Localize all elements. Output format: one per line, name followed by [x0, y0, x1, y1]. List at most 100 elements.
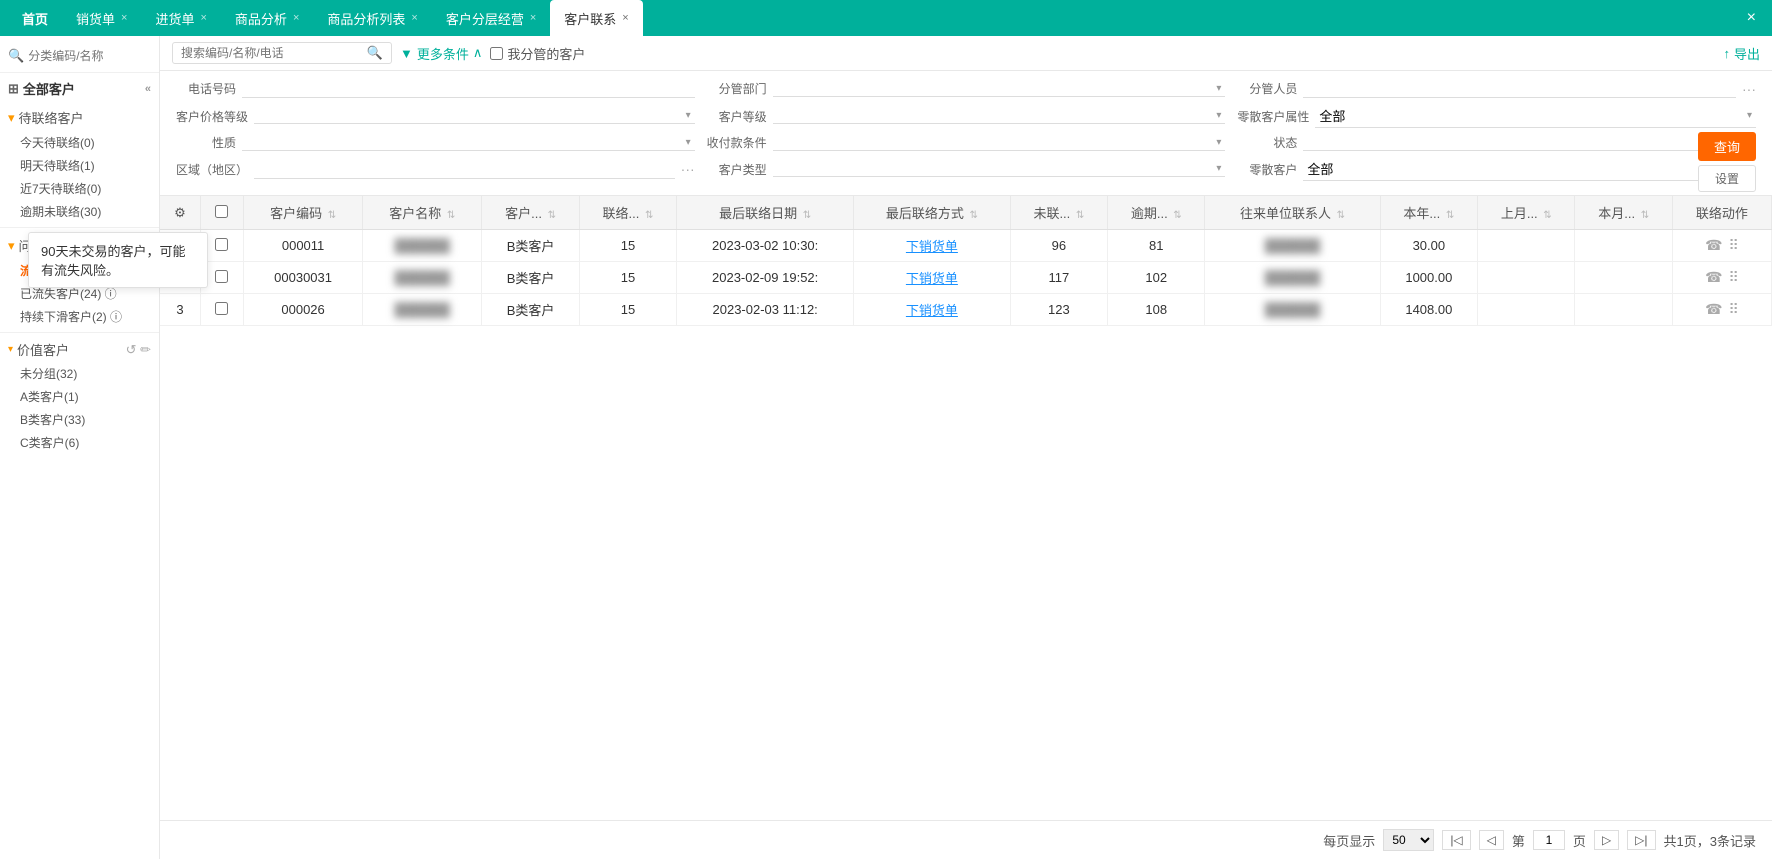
cell-last-date: 2023-02-09 19:52:: [677, 262, 854, 294]
cell-last-method[interactable]: 下销货单: [854, 262, 1011, 294]
chevron-dept: ▾: [1216, 83, 1221, 94]
dots-region[interactable]: ···: [681, 161, 695, 177]
col-last-date[interactable]: 最后联络日期 ⇅: [677, 196, 854, 230]
cell-action[interactable]: ☎ ⠿: [1672, 262, 1771, 294]
row-checkbox-1[interactable]: [215, 270, 228, 283]
my-customers-checkbox[interactable]: [490, 47, 503, 60]
sidebar-item-class-b[interactable]: B类客户(33): [0, 408, 159, 431]
col-overdue[interactable]: 逾期... ⇅: [1108, 196, 1205, 230]
select-price-level[interactable]: ▾: [254, 108, 695, 124]
col-this-year[interactable]: 本年... ⇅: [1380, 196, 1477, 230]
filter-search-input[interactable]: [181, 46, 367, 60]
tab-analysis[interactable]: 商品分析 ×: [221, 0, 313, 36]
input-region[interactable]: [254, 160, 675, 179]
action-contact-icon[interactable]: ☎: [1705, 237, 1722, 254]
cell-last-method[interactable]: 下销货单: [854, 294, 1011, 326]
adv-filter-row-4: 区域（地区） ··· 客户类型 ▾ 零散客户 全部 ▾: [176, 157, 1756, 181]
tab-sales[interactable]: 销货单 ×: [62, 0, 141, 36]
col-name[interactable]: 客户名称 ⇅: [363, 196, 482, 230]
tab-purchase-close[interactable]: ×: [200, 12, 206, 24]
row-checkbox-0[interactable]: [215, 238, 228, 251]
tab-analysis-list-close[interactable]: ×: [411, 12, 417, 24]
label-dept: 分管部门: [707, 80, 767, 97]
row-checkbox-2[interactable]: [215, 302, 228, 315]
tab-analysis-close[interactable]: ×: [293, 12, 299, 24]
col-code[interactable]: 客户编码 ⇅: [243, 196, 362, 230]
col-type[interactable]: 客户... ⇅: [482, 196, 579, 230]
cell-contact: 15: [579, 294, 676, 326]
sidebar-all-customers[interactable]: ⊞ 全部客户 «: [0, 73, 159, 104]
page-last-btn[interactable]: ▷|: [1627, 830, 1655, 850]
select-payment[interactable]: ▾: [773, 135, 1226, 151]
sidebar-item-class-c[interactable]: C类客户(6): [0, 431, 159, 454]
sidebar-item-class-a[interactable]: A类客户(1): [0, 385, 159, 408]
col-no-contact[interactable]: 未联... ⇅: [1010, 196, 1107, 230]
sidebar-search-input[interactable]: [28, 49, 151, 63]
col-action: 联络动作: [1672, 196, 1771, 230]
tab-analysis-list[interactable]: 商品分析列表 ×: [313, 0, 431, 36]
select-status[interactable]: ▾: [1303, 135, 1756, 151]
sidebar-item-today[interactable]: 今天待联络(0): [0, 131, 159, 154]
filter-search-icon[interactable]: 🔍: [367, 45, 383, 61]
col-last-method[interactable]: 最后联络方式 ⇅: [854, 196, 1011, 230]
sidebar-item-7days[interactable]: 近7天待联络(0): [0, 177, 159, 200]
tab-customer-mgmt[interactable]: 客户分层经营 ×: [432, 0, 550, 36]
select-retail-attr[interactable]: 全部 ▾: [1315, 104, 1756, 128]
tab-sales-close[interactable]: ×: [121, 12, 127, 24]
action-more-icon[interactable]: ⠿: [1729, 301, 1739, 318]
col-contact[interactable]: 联络... ⇅: [579, 196, 676, 230]
sidebar-item-declining[interactable]: 持续下滑客户(2) ⓘ: [0, 305, 159, 328]
col-this-month[interactable]: 本月... ⇅: [1575, 196, 1672, 230]
per-page-select[interactable]: 501020100: [1383, 829, 1434, 851]
field-payment: 收付款条件 ▾: [707, 134, 1226, 151]
sidebar-item-tomorrow[interactable]: 明天待联络(1): [0, 154, 159, 177]
tab-customer-mgmt-close[interactable]: ×: [530, 12, 536, 24]
sidebar-item-ungroup[interactable]: 未分组(32): [0, 362, 159, 385]
cell-last-method[interactable]: 下销货单: [854, 230, 1011, 262]
field-customer-level: 客户等级 ▾: [707, 108, 1226, 125]
my-customers-filter[interactable]: 我分管的客户: [490, 44, 585, 63]
sidebar-item-overdue[interactable]: 逾期未联络(30): [0, 200, 159, 223]
action-more-icon[interactable]: ⠿: [1729, 269, 1739, 286]
sidebar-section-pending[interactable]: ▾ 待联络客户: [0, 104, 159, 131]
page-first-btn[interactable]: |◁: [1442, 830, 1470, 850]
cell-code: 00030031: [243, 262, 362, 294]
field-customer-type: 客户类型 ▾: [707, 161, 1226, 178]
tab-customer-contact-close[interactable]: ×: [622, 12, 628, 24]
select-customer-type[interactable]: ▾: [773, 161, 1226, 177]
input-manager[interactable]: [1303, 79, 1736, 98]
page-prev-btn[interactable]: ◁: [1479, 830, 1504, 850]
tab-purchase[interactable]: 进货单 ×: [141, 0, 220, 36]
more-conditions-btn[interactable]: ▼ 更多条件 ∧: [400, 44, 482, 63]
select-customer-level[interactable]: ▾: [773, 108, 1226, 124]
input-phone[interactable]: [242, 79, 695, 98]
action-contact-icon[interactable]: ☎: [1705, 301, 1722, 318]
select-retail-attr-value: 全部: [1319, 106, 1345, 125]
sidebar-section-value[interactable]: ▾ 价值客户 ↺ ✏: [0, 337, 159, 362]
page-input[interactable]: [1533, 830, 1565, 850]
select-dept[interactable]: ▾: [773, 81, 1226, 97]
col-settings[interactable]: ⚙: [160, 196, 200, 230]
query-button[interactable]: 查询: [1698, 132, 1756, 161]
col-contacts[interactable]: 往来单位联系人 ⇅: [1205, 196, 1380, 230]
select-nature[interactable]: ▾: [242, 135, 695, 151]
adv-filter-row-1: 电话号码 分管部门 ▾ 分管人员 ···: [176, 79, 1756, 98]
export-button[interactable]: ↑ 导出: [1723, 44, 1760, 63]
page-next-btn[interactable]: ▷: [1594, 830, 1619, 850]
tab-customer-contact[interactable]: 客户联系 ×: [550, 0, 642, 36]
per-page-label: 每页显示: [1323, 831, 1375, 850]
select-retail-customer[interactable]: 全部 ▾: [1303, 157, 1756, 181]
settings-button[interactable]: 设置: [1698, 165, 1756, 192]
action-contact-icon[interactable]: ☎: [1705, 269, 1722, 286]
select-all-checkbox[interactable]: [215, 205, 228, 218]
cell-check[interactable]: [200, 294, 243, 326]
cell-action[interactable]: ☎ ⠿: [1672, 230, 1771, 262]
cell-action[interactable]: ☎ ⠿: [1672, 294, 1771, 326]
sidebar-collapse-btn[interactable]: «: [145, 83, 151, 95]
tab-home[interactable]: 首页: [8, 0, 62, 36]
action-more-icon[interactable]: ⠿: [1729, 237, 1739, 254]
col-last-month[interactable]: 上月... ⇅: [1478, 196, 1575, 230]
window-close-button[interactable]: ×: [1739, 9, 1764, 27]
dots-manager[interactable]: ···: [1742, 81, 1756, 97]
field-nature: 性质 ▾: [176, 134, 695, 151]
